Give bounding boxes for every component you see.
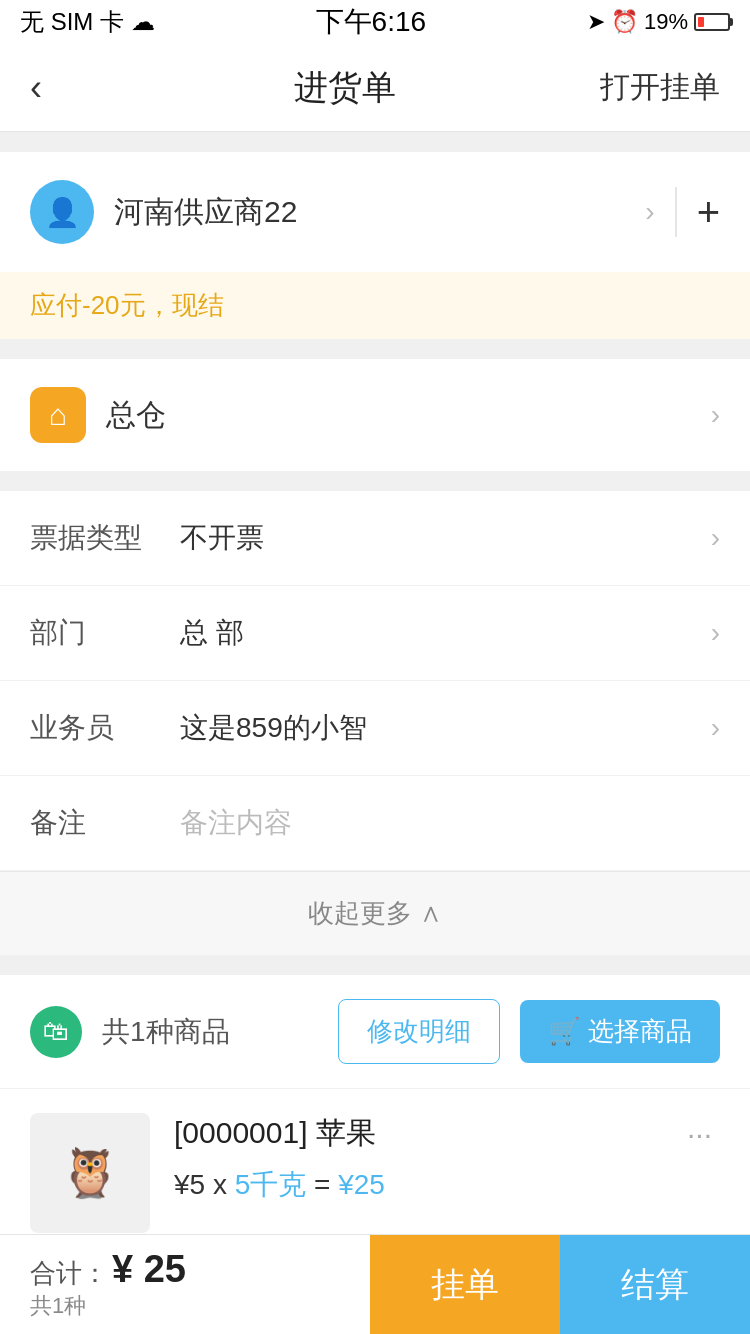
- product-header: 🛍 共1种商品 修改明细 🛒 选择商品: [0, 975, 750, 1088]
- warehouse-icon: ⌂: [30, 387, 86, 443]
- open-hold-button[interactable]: 打开挂单: [600, 67, 720, 108]
- hold-button[interactable]: 挂单: [370, 1235, 560, 1334]
- nav-bar: ‹ 进货单 打开挂单: [0, 44, 750, 132]
- supplier-chevron-icon: ›: [645, 196, 654, 228]
- battery-icon: [694, 13, 730, 31]
- product-name: [0000001] 苹果: [174, 1113, 655, 1154]
- warehouse-row[interactable]: ⌂ 总仓 ›: [0, 359, 750, 471]
- supplier-avatar: 👤: [30, 180, 94, 244]
- select-product-button[interactable]: 🛒 选择商品: [520, 1000, 720, 1063]
- product-price: ¥5 x 5千克 = ¥25: [174, 1166, 655, 1204]
- location-icon: ➤: [587, 9, 605, 35]
- gap-4: [0, 955, 750, 975]
- total-amount: ¥ 25: [112, 1248, 186, 1291]
- warehouse-name: 总仓: [106, 395, 711, 436]
- checkout-button[interactable]: 结算: [560, 1235, 750, 1334]
- salesperson-value: 这是859的小智: [160, 709, 711, 747]
- product-thumbnail: 🦉: [30, 1113, 150, 1233]
- form-row-remark[interactable]: 备注 备注内容: [0, 776, 750, 871]
- total-label: 合计：: [30, 1256, 108, 1291]
- home-icon: ⌂: [49, 398, 67, 432]
- remark-label: 备注: [30, 804, 160, 842]
- owl-icon: 🦉: [60, 1145, 120, 1201]
- back-button[interactable]: ‹: [30, 67, 90, 109]
- product-info: [0000001] 苹果 ¥5 x 5千克 = ¥25: [174, 1113, 655, 1204]
- product-menu-button[interactable]: ···: [679, 1113, 720, 1155]
- gap-1: [0, 132, 750, 152]
- cart-icon: 🛒: [548, 1016, 580, 1047]
- supplier-divider: [675, 187, 677, 237]
- notice-bar: 应付-20元，现结: [0, 272, 750, 339]
- status-time: 下午6:16: [316, 3, 427, 41]
- bottom-bar: 合计： ¥ 25 共1种 挂单 结算: [0, 1234, 750, 1334]
- warehouse-chevron-icon: ›: [711, 399, 720, 431]
- supplier-row: 👤 河南供应商22 › +: [0, 152, 750, 272]
- form-card: 票据类型 不开票 › 部门 总 部 › 业务员 这是859的小智 › 备注 备注…: [0, 491, 750, 871]
- product-section: 🛍 共1种商品 修改明细 🛒 选择商品 🦉 [0000001] 苹果 ¥5 x …: [0, 975, 750, 1257]
- gap-2: [0, 339, 750, 359]
- invoice-chevron-icon: ›: [711, 522, 720, 554]
- status-bar: 无 SIM 卡 ☁ 下午6:16 ➤ ⏰ 19%: [0, 0, 750, 44]
- total-text: ¥25: [338, 1169, 385, 1200]
- equals-text: =: [306, 1169, 338, 1200]
- dept-label: 部门: [30, 614, 160, 652]
- collapse-button[interactable]: 收起更多 ∧: [0, 871, 750, 955]
- supplier-card: 👤 河南供应商22 › + 应付-20元，现结: [0, 152, 750, 339]
- person-icon: 👤: [45, 196, 80, 229]
- salesperson-chevron-icon: ›: [711, 712, 720, 744]
- total-count: 共1种: [30, 1291, 340, 1321]
- salesperson-label: 业务员: [30, 709, 160, 747]
- battery-label: 19%: [644, 9, 688, 35]
- price-text: ¥5 x: [174, 1169, 235, 1200]
- status-right: ➤ ⏰ 19%: [587, 9, 730, 35]
- page-title: 进货单: [294, 65, 396, 111]
- alarm-icon: ⏰: [611, 9, 638, 35]
- sim-label: 无 SIM 卡 ☁: [20, 6, 155, 38]
- form-row-invoice[interactable]: 票据类型 不开票 ›: [0, 491, 750, 586]
- product-count-icon: 🛍: [30, 1006, 82, 1058]
- form-row-dept[interactable]: 部门 总 部 ›: [0, 586, 750, 681]
- product-count-label: 共1种商品: [102, 1013, 318, 1051]
- edit-detail-button[interactable]: 修改明细: [338, 999, 500, 1064]
- product-code: [0000001]: [174, 1116, 307, 1149]
- invoice-value: 不开票: [160, 519, 711, 557]
- supplier-name: 河南供应商22: [114, 192, 645, 233]
- product-title: 苹果: [316, 1116, 376, 1149]
- dept-chevron-icon: ›: [711, 617, 720, 649]
- dept-value: 总 部: [160, 614, 711, 652]
- gap-3: [0, 471, 750, 491]
- bag-icon: 🛍: [43, 1016, 69, 1047]
- invoice-label: 票据类型: [30, 519, 160, 557]
- add-supplier-button[interactable]: +: [697, 190, 720, 235]
- select-product-label: 选择商品: [588, 1014, 692, 1049]
- remark-input[interactable]: 备注内容: [160, 804, 720, 842]
- total-section: 合计： ¥ 25 共1种: [0, 1235, 370, 1334]
- form-row-salesperson[interactable]: 业务员 这是859的小智 ›: [0, 681, 750, 776]
- warehouse-card: ⌂ 总仓 ›: [0, 359, 750, 471]
- product-item: 🦉 [0000001] 苹果 ¥5 x 5千克 = ¥25 ···: [0, 1088, 750, 1257]
- quantity-text: 5千克: [235, 1169, 307, 1200]
- status-left: 无 SIM 卡 ☁: [20, 6, 155, 38]
